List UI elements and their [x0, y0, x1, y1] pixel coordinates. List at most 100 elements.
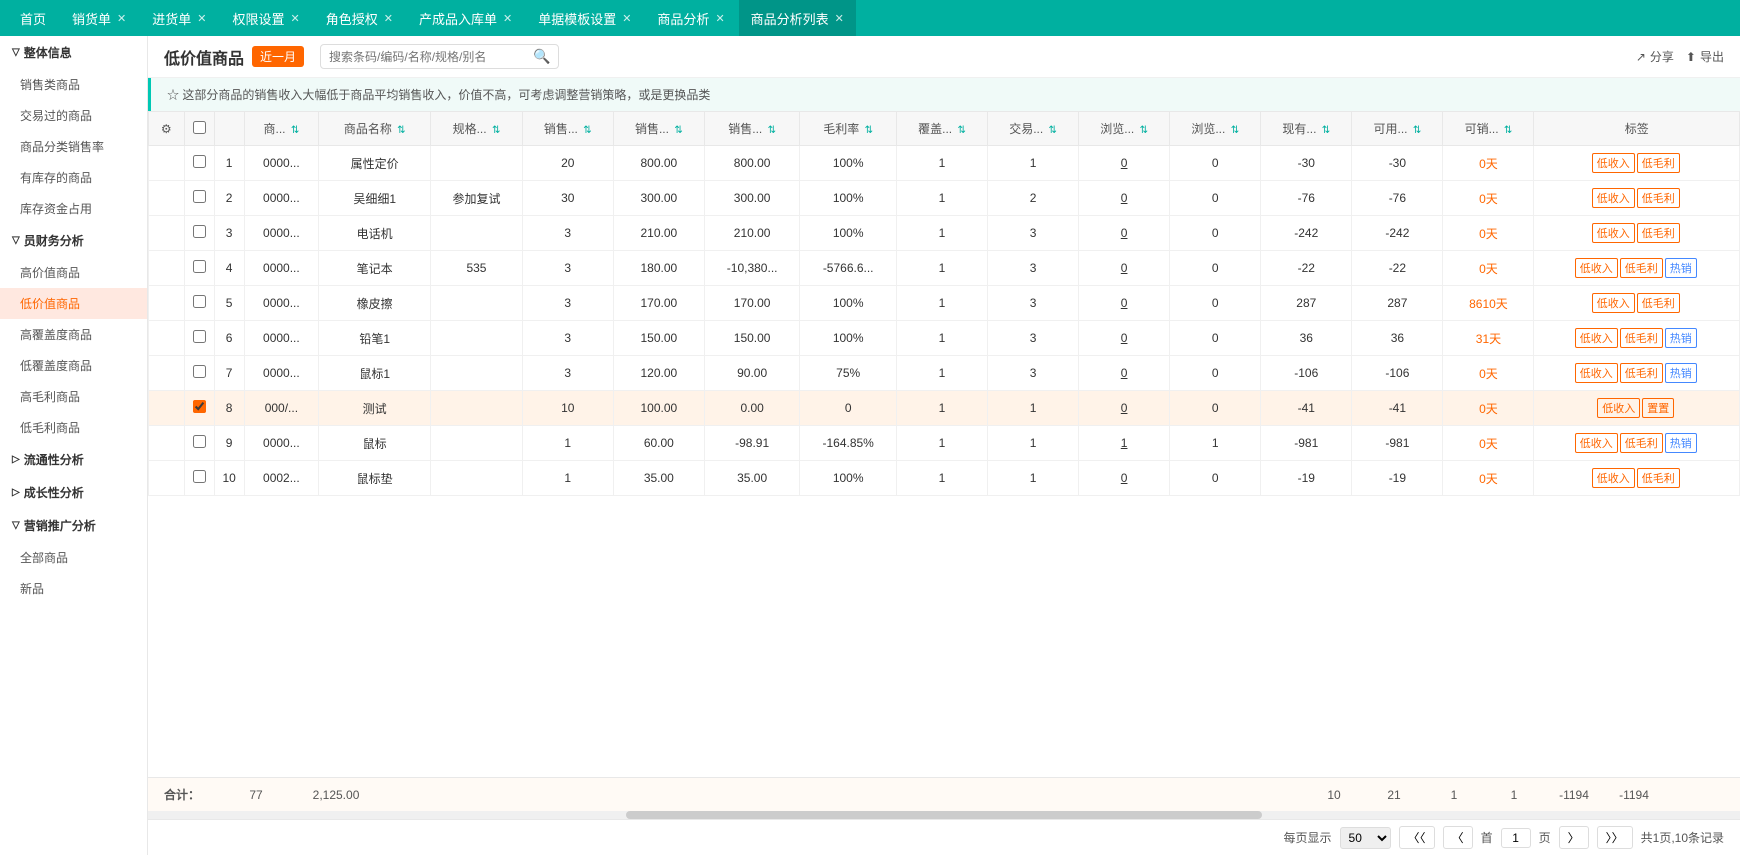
col-settings[interactable]: ⚙ — [149, 112, 185, 146]
col-trade[interactable]: 交易... ⇅ — [988, 112, 1079, 146]
sidebar-item-high-coverage[interactable]: 高覆盖度商品 — [0, 319, 147, 350]
cell-name: 笔记本 — [319, 251, 431, 286]
view1-value[interactable]: 0 — [1121, 331, 1128, 345]
row-checkbox[interactable] — [193, 365, 206, 378]
sidebar-item-traded-goods[interactable]: 交易过的商品 — [0, 100, 147, 131]
page-number-input[interactable] — [1501, 828, 1531, 848]
nav-templates[interactable]: 单据模板设置 ✕ — [526, 0, 643, 36]
row-checkbox[interactable] — [193, 295, 206, 308]
cell-view1[interactable]: 0 — [1079, 216, 1170, 251]
cell-view1[interactable]: 0 — [1079, 461, 1170, 496]
cell-view1[interactable]: 0 — [1079, 356, 1170, 391]
nav-roles-close[interactable]: ✕ — [384, 12, 393, 25]
col-view1[interactable]: 浏览... ⇅ — [1079, 112, 1170, 146]
search-input[interactable] — [329, 50, 529, 64]
sidebar-group-marketing[interactable]: ▽营销推广分析 — [0, 509, 147, 542]
cell-view2: 1 — [1170, 426, 1261, 461]
nav-sales[interactable]: 销货单 ✕ — [60, 0, 138, 36]
last-page-button[interactable]: 〉〉 — [1597, 826, 1633, 849]
sidebar-item-category-sales[interactable]: 商品分类销售率 — [0, 131, 147, 162]
cell-view1[interactable]: 0 — [1079, 251, 1170, 286]
sidebar-item-low-coverage[interactable]: 低覆盖度商品 — [0, 350, 147, 381]
col-margin[interactable]: 毛利率 ⇅ — [800, 112, 897, 146]
nav-sales-close[interactable]: ✕ — [117, 12, 126, 25]
view1-value[interactable]: 1 — [1121, 436, 1128, 450]
page-size-select[interactable]: 50 100 200 — [1340, 827, 1391, 849]
view1-value[interactable]: 0 — [1121, 261, 1128, 275]
cell-view1[interactable]: 0 — [1079, 146, 1170, 181]
row-checkbox[interactable] — [193, 260, 206, 273]
col-current[interactable]: 现有... ⇅ — [1261, 112, 1352, 146]
cell-view1[interactable]: 0 — [1079, 181, 1170, 216]
nav-roles[interactable]: 角色授权 ✕ — [314, 0, 405, 36]
prev-page-button[interactable]: 〈 — [1443, 826, 1473, 849]
nav-analysis[interactable]: 商品分析 ✕ — [645, 0, 736, 36]
sidebar-group-finance[interactable]: ▽员财务分析 — [0, 224, 147, 257]
info-text: 这部分商品的销售收入大幅低于商品平均销售收入，价值不高，可考虑调整营销策略，或是… — [182, 88, 710, 102]
cell-days: 0天 — [1443, 391, 1534, 426]
row-checkbox[interactable] — [193, 400, 206, 413]
row-checkbox[interactable] — [193, 155, 206, 168]
nav-permissions-close[interactable]: ✕ — [291, 12, 300, 25]
col-cover[interactable]: 覆盖... ⇅ — [896, 112, 987, 146]
col-view2[interactable]: 浏览... ⇅ — [1170, 112, 1261, 146]
nav-analysis-list-close[interactable]: ✕ — [835, 12, 844, 25]
row-checkbox[interactable] — [193, 190, 206, 203]
row-checkbox[interactable] — [193, 330, 206, 343]
sidebar-item-low-margin[interactable]: 低毛利商品 — [0, 412, 147, 443]
col-saleable[interactable]: 可销... ⇅ — [1443, 112, 1534, 146]
row-checkbox[interactable] — [193, 225, 206, 238]
nav-permissions[interactable]: 权限设置 ✕ — [220, 0, 311, 36]
row-checkbox[interactable] — [193, 435, 206, 448]
first-page-button[interactable]: 〈〈 — [1399, 826, 1435, 849]
next-page-button[interactable]: 〉 — [1559, 826, 1589, 849]
export-button[interactable]: ⬆ 导出 — [1686, 48, 1724, 65]
nav-analysis-list[interactable]: 商品分析列表 ✕ — [739, 0, 856, 36]
col-sale2[interactable]: 销售... ⇅ — [613, 112, 704, 146]
sidebar-item-stock-funds[interactable]: 库存资金占用 — [0, 193, 147, 224]
horizontal-scrollbar[interactable] — [148, 811, 1740, 819]
cell-view1[interactable]: 0 — [1079, 321, 1170, 356]
sidebar-group-liquidity[interactable]: ▷流通性分析 — [0, 443, 147, 476]
cell-s2: 210.00 — [613, 216, 704, 251]
col-code[interactable]: 商... ⇅ — [244, 112, 319, 146]
cell-view1[interactable]: 1 — [1079, 426, 1170, 461]
cell-view1[interactable]: 0 — [1079, 286, 1170, 321]
content-area: 低价值商品 近一月 🔍 ↗ 分享 ⬆ 导出 ☆ 这部分商品的销售收入大幅低于商品… — [148, 36, 1740, 855]
view1-value[interactable]: 0 — [1121, 366, 1128, 380]
sidebar-item-new-goods[interactable]: 新品 — [0, 573, 147, 604]
view1-value[interactable]: 0 — [1121, 156, 1128, 170]
sidebar-item-low-value[interactable]: 低价值商品 — [0, 288, 147, 319]
sidebar-group-overall[interactable]: ▽整体信息 — [0, 36, 147, 69]
col-name[interactable]: 商品名称 ⇅ — [319, 112, 431, 146]
row-checkbox[interactable] — [193, 470, 206, 483]
nav-templates-close[interactable]: ✕ — [622, 12, 631, 25]
view1-value[interactable]: 0 — [1121, 471, 1128, 485]
nav-warehouse[interactable]: 产成品入库单 ✕ — [407, 0, 524, 36]
nav-purchase-close[interactable]: ✕ — [197, 12, 206, 25]
nav-warehouse-close[interactable]: ✕ — [503, 12, 512, 25]
nav-home[interactable]: 首页 — [8, 0, 58, 36]
view1-value[interactable]: 0 — [1121, 401, 1128, 415]
sidebar-item-high-margin[interactable]: 高毛利商品 — [0, 381, 147, 412]
nav-analysis-close[interactable]: ✕ — [715, 12, 724, 25]
sidebar-item-stock-goods[interactable]: 有库存的商品 — [0, 162, 147, 193]
view1-value[interactable]: 0 — [1121, 296, 1128, 310]
col-check[interactable] — [184, 112, 214, 146]
sidebar-item-high-value[interactable]: 高价值商品 — [0, 257, 147, 288]
sidebar-item-all-goods[interactable]: 全部商品 — [0, 542, 147, 573]
sidebar-item-sales-goods[interactable]: 销售类商品 — [0, 69, 147, 100]
share-button[interactable]: ↗ 分享 — [1636, 48, 1674, 65]
view1-value[interactable]: 0 — [1121, 226, 1128, 240]
select-all-checkbox[interactable] — [193, 121, 206, 134]
nav-purchase[interactable]: 进货单 ✕ — [140, 0, 218, 36]
view1-value[interactable]: 0 — [1121, 191, 1128, 205]
sidebar-group-growth[interactable]: ▷成长性分析 — [0, 476, 147, 509]
filter-period-button[interactable]: 近一月 — [252, 46, 304, 67]
col-sale3[interactable]: 销售... ⇅ — [704, 112, 800, 146]
col-spec[interactable]: 规格... ⇅ — [431, 112, 523, 146]
page-title: 低价值商品 — [164, 45, 244, 69]
col-available[interactable]: 可用... ⇅ — [1352, 112, 1443, 146]
col-sale1[interactable]: 销售... ⇅ — [522, 112, 613, 146]
cell-view1[interactable]: 0 — [1079, 391, 1170, 426]
